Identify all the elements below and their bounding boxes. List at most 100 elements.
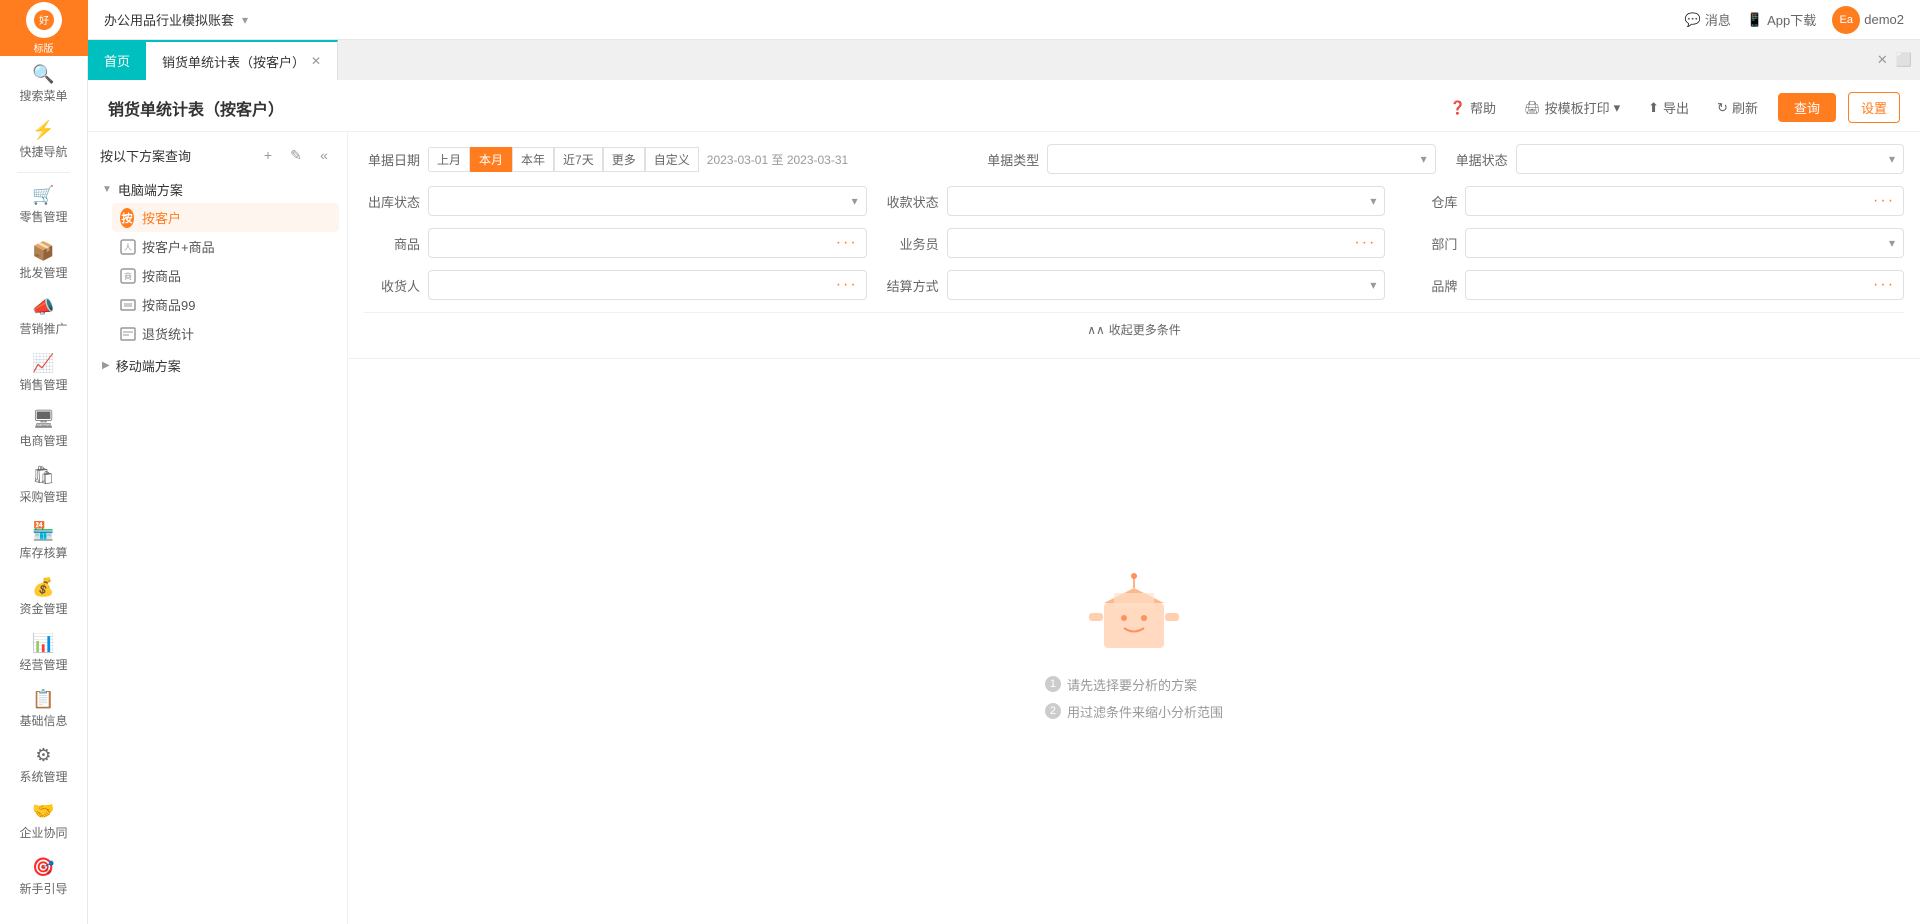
tree-desktop: ▼ 电脑端方案 按 按客户 — [96, 174, 339, 350]
sidebar-item-system[interactable]: ⚙ 系统管理 — [0, 737, 88, 793]
sidebar-item-search[interactable]: 🔍 搜索菜单 — [0, 56, 88, 112]
sidebar-item-operations[interactable]: 📊 经营管理 — [0, 625, 88, 681]
collapse-label: 收起更多条件 — [1109, 321, 1181, 338]
sidebar-marketing-label: 营销推广 — [19, 320, 67, 337]
print-icon: 🖨 — [1524, 100, 1541, 116]
export-btn[interactable]: ⬆ 导出 — [1640, 94, 1697, 121]
sidebar-item-cooperation[interactable]: 🤝 企业协同 — [0, 793, 88, 849]
payment-status-control: ▾ — [947, 186, 1386, 216]
settlement-select[interactable]: ▾ — [947, 270, 1386, 300]
receiver-select[interactable]: ··· — [428, 270, 867, 300]
receiver-label: 收货人 — [364, 276, 420, 295]
print-dropdown-icon: ▾ — [1614, 100, 1621, 116]
sidebar-item-basic[interactable]: 📋 基础信息 — [0, 681, 88, 737]
out-status-filter-item: 出库状态 ▾ — [364, 186, 867, 216]
tree-child-return[interactable]: 退货统计 — [112, 319, 339, 348]
sidebar-item-marketing[interactable]: 📣 营销推广 — [0, 289, 88, 345]
date-btn-more[interactable]: 更多 — [603, 147, 645, 172]
by-product-icon: 商 — [120, 268, 136, 284]
goods-select[interactable]: ··· — [428, 228, 867, 258]
warehouse-dots[interactable]: ··· — [1873, 192, 1895, 210]
out-status-control: ▾ — [428, 186, 867, 216]
refresh-btn[interactable]: ↻ 刷新 — [1709, 94, 1766, 121]
doc-type-select[interactable]: ▾ — [1047, 144, 1435, 174]
help-btn[interactable]: ❓ 帮助 — [1442, 94, 1504, 121]
department-select[interactable]: ▾ — [1465, 228, 1904, 258]
user-profile[interactable]: Ea demo2 — [1832, 6, 1904, 34]
tree-parent-desktop[interactable]: ▼ 电脑端方案 — [96, 176, 339, 203]
tab-home[interactable]: 首页 — [88, 40, 146, 80]
sidebar-search-label: 搜索菜单 — [19, 87, 67, 104]
collapse-panel-btn[interactable]: « — [313, 144, 335, 166]
sidebar-item-quick[interactable]: ⚡ 快捷导航 — [0, 112, 88, 168]
date-btn-7days[interactable]: 近7天 — [554, 147, 603, 172]
doc-type-arrow: ▾ — [1421, 152, 1427, 166]
tree-parent-mobile[interactable]: ▶ 移动端方案 — [96, 352, 339, 379]
tab-close-icon[interactable]: ✕ — [311, 54, 321, 68]
topbar: 办公用品行业模拟账套 ▾ 💬 消息 📱 App下载 Ea demo2 — [88, 0, 1920, 40]
date-btn-last-month[interactable]: 上月 — [428, 147, 470, 172]
sidebar-item-guide[interactable]: 🎯 新手引导 — [0, 849, 88, 905]
doc-status-select[interactable]: ▾ — [1516, 144, 1904, 174]
salesman-select[interactable]: ··· — [947, 228, 1386, 258]
messages-btn[interactable]: 💬 消息 — [1685, 10, 1731, 29]
brand-dots[interactable]: ··· — [1873, 276, 1895, 294]
tree-child-product99[interactable]: 按商品99 — [112, 290, 339, 319]
download-icon: 📱 — [1747, 12, 1763, 28]
collapse-conditions-btn[interactable]: ∧∧ 收起更多条件 — [364, 312, 1904, 346]
brand-select[interactable]: ··· — [1465, 270, 1904, 300]
warehouse-select[interactable]: ··· — [1465, 186, 1904, 216]
sidebar-item-inventory[interactable]: 🏪 库存核算 — [0, 513, 88, 569]
sidebar-item-retail[interactable]: 🛒 零售管理 — [0, 177, 88, 233]
edit-scheme-btn[interactable]: ✎ — [285, 144, 307, 166]
sidebar-item-finance[interactable]: 💰 资金管理 — [0, 569, 88, 625]
svg-text:商: 商 — [124, 271, 132, 281]
date-btn-this-month[interactable]: 本月 — [470, 147, 512, 172]
query-btn[interactable]: 查询 — [1778, 93, 1836, 122]
main-content: 办公用品行业模拟账套 ▾ 💬 消息 📱 App下载 Ea demo2 首页 销货… — [88, 0, 1920, 924]
brand-label: 品牌 — [1401, 276, 1457, 295]
tab-sales-stat[interactable]: 销货单统计表（按客户） ✕ — [146, 40, 338, 80]
logo-text: 标版 — [34, 40, 54, 55]
panel-header: 按以下方案查询 + ✎ « — [96, 140, 339, 174]
window-close-icon[interactable]: ✕ — [1877, 52, 1888, 68]
panel-actions: + ✎ « — [257, 144, 335, 166]
tree-expand-icon: ▼ — [102, 184, 112, 195]
sidebar-item-purchase[interactable]: 🛍 采购管理 — [0, 457, 88, 513]
salesman-dots[interactable]: ··· — [1354, 234, 1376, 252]
salesman-control: ··· — [947, 228, 1386, 258]
sidebar-item-ecommerce[interactable]: 🖥 电商管理 — [0, 401, 88, 457]
doc-status-label: 单据状态 — [1452, 150, 1508, 169]
app-download-btn[interactable]: 📱 App下载 — [1747, 10, 1816, 29]
message-icon: 💬 — [1685, 12, 1701, 28]
sidebar-item-sales[interactable]: 📈 销售管理 — [0, 345, 88, 401]
right-panel: 单据日期 上月 本月 本年 近7天 更多 自定义 2023-03-01 至 20… — [348, 132, 1920, 924]
add-scheme-btn[interactable]: + — [257, 144, 279, 166]
payment-status-select[interactable]: ▾ — [947, 186, 1386, 216]
receiver-dots[interactable]: ··· — [836, 276, 858, 294]
date-btn-this-year[interactable]: 本年 — [512, 147, 554, 172]
sidebar-divider-1 — [17, 172, 69, 173]
print-btn[interactable]: 🖨 按模板打印 ▾ — [1516, 94, 1628, 121]
return-icon — [120, 326, 136, 342]
tree-desktop-children: 按 按客户 人 按客户+商品 — [96, 203, 339, 348]
help-icon: ❓ — [1450, 100, 1466, 116]
doc-type-filter-item: 单据类型 ▾ — [983, 144, 1435, 174]
help-label: 帮助 — [1470, 98, 1496, 117]
window-maximize-icon[interactable]: ⬜ — [1896, 52, 1912, 68]
goods-dots[interactable]: ··· — [836, 234, 858, 252]
tree-child-by-product[interactable]: 商 按商品 — [112, 261, 339, 290]
date-btn-custom[interactable]: 自定义 — [645, 147, 699, 172]
goods-control: ··· — [428, 228, 867, 258]
tree-child-customer-product[interactable]: 人 按客户+商品 — [112, 232, 339, 261]
tip-num-2: 2 — [1045, 703, 1061, 719]
page-actions: ❓ 帮助 🖨 按模板打印 ▾ ⬆ 导出 ↻ 刷新 查询 — [1442, 92, 1900, 123]
svg-text:好: 好 — [39, 15, 49, 27]
sidebar-item-wholesale[interactable]: 📦 批发管理 — [0, 233, 88, 289]
tab-window-controls: ✕ ⬜ — [1869, 52, 1920, 68]
topbar-dropdown[interactable]: ▾ — [242, 13, 248, 27]
settings-btn[interactable]: 设置 — [1848, 92, 1900, 123]
tree-child-by-customer[interactable]: 按 按客户 — [112, 203, 339, 232]
out-status-select[interactable]: ▾ — [428, 186, 867, 216]
date-filter-item: 单据日期 上月 本月 本年 近7天 更多 自定义 2023-03-01 至 20… — [364, 147, 967, 172]
